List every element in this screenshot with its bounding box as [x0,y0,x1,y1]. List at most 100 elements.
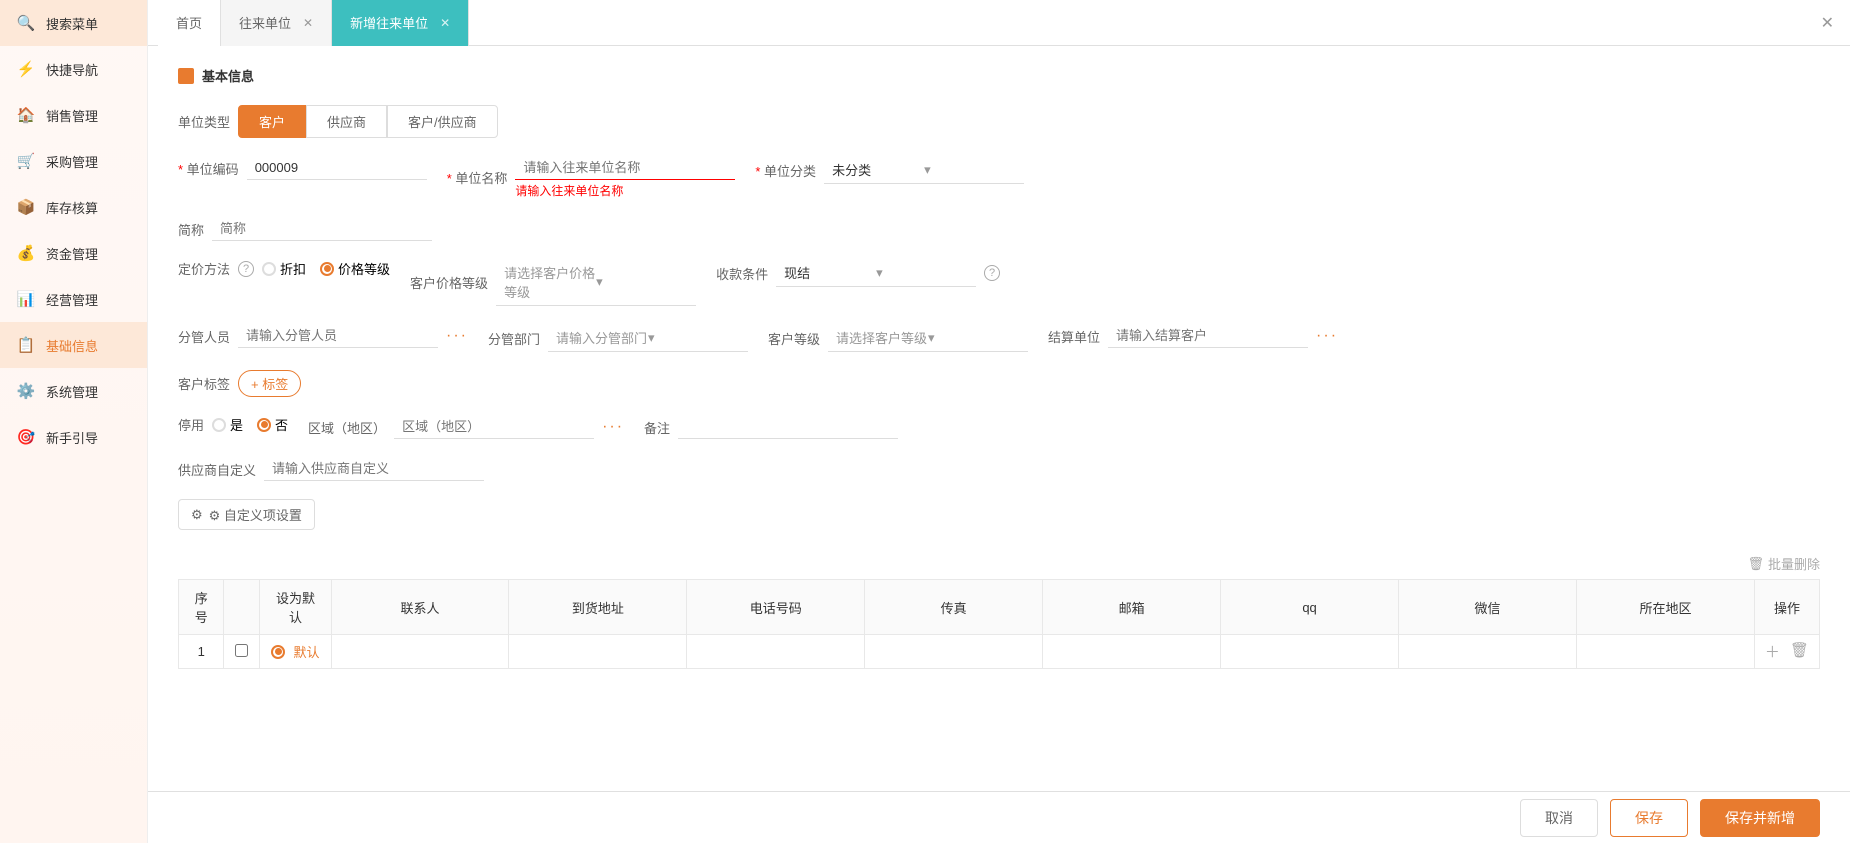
unit-code-input[interactable] [247,156,427,180]
disabled-region-row: 停用 是 否 区域（地区） ··· [178,415,1820,439]
customer-tag-label: 客户标签 [178,374,230,393]
row-phone[interactable] [687,635,865,669]
unit-type-label: 单位类型 [178,112,230,131]
tab-new-partner-close[interactable]: ✕ [440,16,450,30]
pricing-row: 定价方法 ? 折扣 价格等级 客户价格等级 [178,259,1820,306]
row-contact[interactable] [331,635,509,669]
tab-bar-close-button[interactable]: ✕ [1821,13,1834,33]
col-fax: 传真 [865,580,1043,635]
pricing-method-field: 定价方法 ? 折扣 价格等级 [178,259,390,278]
save-button[interactable]: 保存 [1610,799,1688,837]
contacts-table-section: 🗑 批量删除 序号 设为默认 联系人 到货地址 电话号码 传真 邮箱 qq [178,548,1820,669]
row-wechat[interactable] [1399,635,1577,669]
row-qq[interactable] [1221,635,1399,669]
sidebar-item-sales[interactable]: 🏠 销售管理 [0,92,147,138]
payment-terms-select[interactable]: 现结 ▾ [776,259,976,287]
disabled-yes[interactable]: 是 [212,415,243,434]
short-name-input[interactable] [212,217,432,241]
sidebar-item-quick-nav[interactable]: ⚡ 快捷导航 [0,46,147,92]
row-region[interactable] [1577,635,1755,669]
tab-bar: 首页 往来单位 ✕ 新增往来单位 ✕ ✕ [148,0,1850,46]
tab-partners[interactable]: 往来单位 ✕ [221,0,332,46]
tab-home[interactable]: 首页 [158,0,221,46]
tab-partners-close[interactable]: ✕ [303,16,313,30]
form-area: 基本信息 单位类型 客户 供应商 客户/供应商 单位编码 单位名称 [148,46,1850,791]
row-checkbox[interactable] [224,635,260,669]
supplier-custom-input[interactable] [264,457,484,481]
region-field: 区域（地区） ··· [308,415,624,439]
unit-type-both-btn[interactable]: 客户/供应商 [387,105,498,138]
payment-terms-help-icon[interactable]: ? [984,265,1000,281]
search-icon: 🔍 [16,13,36,33]
region-more-btn[interactable]: ··· [602,418,624,436]
settlement-unit-more-btn[interactable]: ··· [1316,327,1338,345]
batch-delete-icon: 🗑 [1747,556,1764,572]
add-tag-button[interactable]: + 标签 [238,370,301,397]
pricing-radio-level[interactable]: 价格等级 [320,259,390,278]
unit-name-label: 单位名称 [447,168,508,187]
supervisor-more-btn[interactable]: ··· [446,327,468,345]
col-wechat: 微信 [1399,580,1577,635]
section-title-icon [178,68,194,84]
row-add-icon[interactable]: ＋ [1765,641,1780,662]
sidebar-item-basic[interactable]: 📋 基础信息 [0,322,147,368]
supplier-custom-label: 供应商自定义 [178,460,256,479]
remarks-field: 备注 [644,415,898,439]
sidebar-item-purchase[interactable]: 🛒 采购管理 [0,138,147,184]
customer-price-level-select[interactable]: 请选择客户价格等级 ▾ [496,259,696,306]
pricing-method-label: 定价方法 [178,259,230,278]
customer-level-chevron: ▾ [928,330,1020,346]
col-default: 设为默认 [260,580,331,635]
supervisor-field: 分管人员 ··· [178,324,468,348]
batch-delete-button[interactable]: 批量删除 [1768,554,1820,573]
row-default[interactable]: 默认 [260,635,331,669]
tab-new-partner[interactable]: 新增往来单位 ✕ [332,0,469,46]
row-action: ＋ 🗑 [1754,635,1819,669]
bottom-bar: 取消 保存 保存并新增 [148,791,1850,843]
department-chevron: ▾ [648,330,740,346]
customer-level-label: 客户等级 [768,329,820,348]
row-address[interactable] [509,635,687,669]
unit-name-input[interactable] [515,156,735,180]
row-fax[interactable] [865,635,1043,669]
save-and-new-button[interactable]: 保存并新增 [1700,799,1820,837]
unit-type-row: 单位类型 客户 供应商 客户/供应商 [178,105,1820,138]
unit-name-field: 单位名称 请输入往来单位名称 [447,156,736,199]
sidebar-item-guide[interactable]: 🎯 新手引导 [0,414,147,460]
sidebar-item-inventory[interactable]: 📦 库存核算 [0,184,147,230]
unit-category-label: 单位分类 [755,161,816,180]
unit-category-select[interactable]: 未分类 ▾ [824,156,1024,184]
settlement-unit-input[interactable] [1108,324,1308,348]
remarks-input[interactable] [678,415,898,439]
customize-row: ⚙ ⚙ 自定义项设置 [178,499,1820,530]
row-email[interactable] [1043,635,1221,669]
pricing-radio-group: 折扣 价格等级 [262,259,390,278]
disabled-no-circle [257,418,271,432]
cancel-button[interactable]: 取消 [1520,799,1598,837]
unit-type-customer-btn[interactable]: 客户 [238,105,306,138]
customize-settings-button[interactable]: ⚙ ⚙ 自定义项设置 [178,499,315,530]
disabled-no[interactable]: 否 [257,415,288,434]
supplier-custom-field: 供应商自定义 [178,457,484,481]
unit-code-field: 单位编码 [178,156,427,180]
inventory-icon: 📦 [16,197,36,217]
unit-type-supplier-btn[interactable]: 供应商 [306,105,387,138]
main-content: 首页 往来单位 ✕ 新增往来单位 ✕ ✕ 基本信息 单位类型 客户 供应商 客户… [148,0,1850,843]
region-input[interactable] [394,415,594,439]
payment-terms-chevron: ▾ [876,265,968,281]
sidebar-item-system[interactable]: ⚙️ 系统管理 [0,368,147,414]
pricing-help-icon[interactable]: ? [238,261,254,277]
unit-name-col: 请输入往来单位名称 [515,156,735,199]
pricing-level-circle [320,262,334,276]
sidebar-item-operations[interactable]: 📊 经营管理 [0,276,147,322]
pricing-radio-discount[interactable]: 折扣 [262,259,306,278]
customer-level-select[interactable]: 请选择客户等级 ▾ [828,324,1028,352]
short-name-field: 简称 [178,217,432,241]
sidebar-item-search[interactable]: 🔍 搜索菜单 [0,0,147,46]
disabled-field: 停用 是 否 [178,415,288,434]
supervisor-input[interactable] [238,324,438,348]
department-select[interactable]: 请输入分管部门 ▾ [548,324,748,352]
sidebar-item-finance[interactable]: 💰 资金管理 [0,230,147,276]
settlement-unit-label: 结算单位 [1048,327,1100,346]
row-delete-icon[interactable]: 🗑 [1790,641,1809,662]
